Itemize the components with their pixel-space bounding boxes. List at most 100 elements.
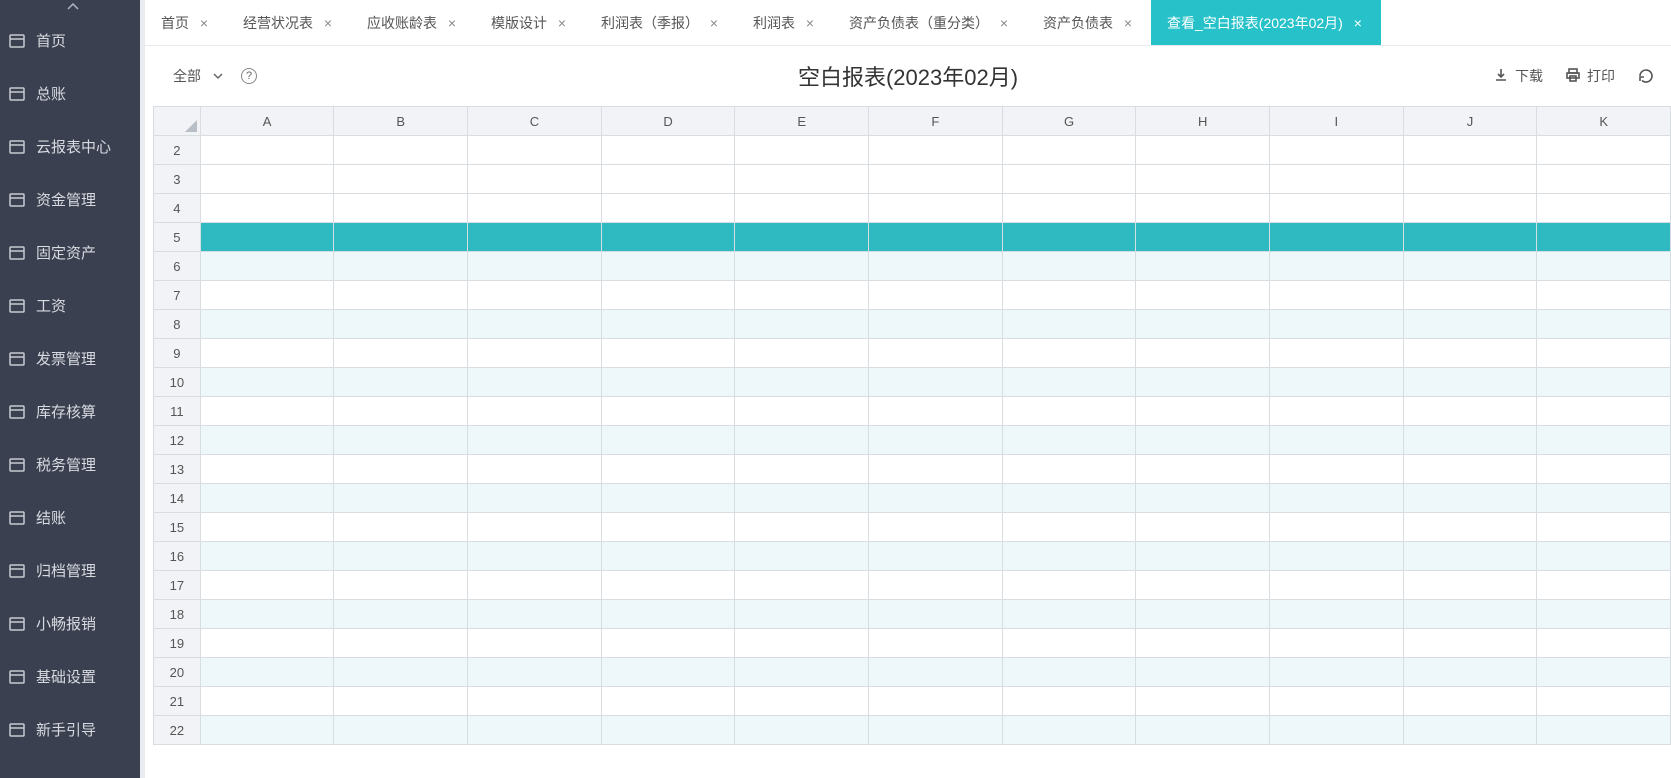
cell[interactable]	[869, 136, 1003, 165]
cell[interactable]	[1537, 455, 1671, 484]
cell[interactable]	[468, 716, 602, 745]
cell[interactable]	[200, 629, 334, 658]
column-header[interactable]: B	[334, 107, 468, 136]
cell[interactable]	[200, 513, 334, 542]
tab[interactable]: 经营状况表×	[227, 0, 351, 45]
row-header[interactable]: 16	[154, 542, 201, 571]
cell[interactable]	[200, 165, 334, 194]
column-header[interactable]: D	[601, 107, 735, 136]
cell[interactable]	[468, 252, 602, 281]
cell[interactable]	[200, 426, 334, 455]
sidebar-scroll-up[interactable]	[0, 0, 145, 14]
column-header[interactable]: C	[468, 107, 602, 136]
cell[interactable]	[601, 600, 735, 629]
close-icon[interactable]: ×	[1121, 16, 1135, 30]
cell[interactable]	[1002, 716, 1136, 745]
cell[interactable]	[334, 223, 468, 252]
cell[interactable]	[735, 513, 869, 542]
cell[interactable]	[1136, 397, 1270, 426]
cell[interactable]	[735, 368, 869, 397]
sidebar-item-close[interactable]: 结账	[0, 491, 145, 544]
tab[interactable]: 首页×	[145, 0, 227, 45]
sidebar-item-inventory[interactable]: 库存核算	[0, 385, 145, 438]
row-header[interactable]: 10	[154, 368, 201, 397]
cell[interactable]	[1270, 368, 1404, 397]
cell[interactable]	[1136, 310, 1270, 339]
row-header[interactable]: 18	[154, 600, 201, 629]
cell[interactable]	[1136, 165, 1270, 194]
cell[interactable]	[334, 165, 468, 194]
cell[interactable]	[1403, 252, 1537, 281]
cell[interactable]	[1403, 426, 1537, 455]
cell[interactable]	[334, 716, 468, 745]
cell[interactable]	[735, 223, 869, 252]
sidebar-item-home[interactable]: 首页	[0, 14, 145, 67]
cell[interactable]	[735, 339, 869, 368]
cell[interactable]	[869, 368, 1003, 397]
cell[interactable]	[1270, 658, 1404, 687]
cell[interactable]	[869, 687, 1003, 716]
cell[interactable]	[1403, 513, 1537, 542]
cell[interactable]	[735, 252, 869, 281]
cell[interactable]	[601, 223, 735, 252]
cell[interactable]	[1537, 571, 1671, 600]
cell[interactable]	[1270, 165, 1404, 194]
cell[interactable]	[468, 223, 602, 252]
cell[interactable]	[1537, 252, 1671, 281]
cell[interactable]	[1403, 165, 1537, 194]
cell[interactable]	[1270, 223, 1404, 252]
close-icon[interactable]: ×	[445, 16, 459, 30]
sidebar-item-fund[interactable]: 资金管理	[0, 173, 145, 226]
cell[interactable]	[1136, 600, 1270, 629]
sidebar-item-expense[interactable]: 小畅报销	[0, 597, 145, 650]
sidebar-item-asset[interactable]: 固定资产	[0, 226, 145, 279]
cell[interactable]	[601, 397, 735, 426]
cell[interactable]	[869, 165, 1003, 194]
download-button[interactable]: 下载	[1493, 66, 1543, 86]
print-button[interactable]: 打印	[1565, 66, 1615, 86]
cell[interactable]	[869, 310, 1003, 339]
cell[interactable]	[200, 252, 334, 281]
row-header[interactable]: 2	[154, 136, 201, 165]
cell[interactable]	[334, 484, 468, 513]
cell[interactable]	[735, 629, 869, 658]
cell[interactable]	[1002, 484, 1136, 513]
column-header[interactable]: H	[1136, 107, 1270, 136]
cell[interactable]	[1136, 252, 1270, 281]
sidebar-item-report[interactable]: 云报表中心	[0, 120, 145, 173]
row-header[interactable]: 22	[154, 716, 201, 745]
column-header[interactable]: K	[1537, 107, 1671, 136]
cell[interactable]	[1537, 687, 1671, 716]
cell[interactable]	[601, 136, 735, 165]
cell[interactable]	[1002, 223, 1136, 252]
cell[interactable]	[1136, 687, 1270, 716]
cell[interactable]	[1270, 629, 1404, 658]
cell[interactable]	[601, 368, 735, 397]
cell[interactable]	[334, 252, 468, 281]
cell[interactable]	[1537, 716, 1671, 745]
refresh-button[interactable]	[1637, 67, 1655, 85]
cell[interactable]	[334, 368, 468, 397]
cell[interactable]	[1002, 281, 1136, 310]
cell[interactable]	[601, 513, 735, 542]
cell[interactable]	[1002, 397, 1136, 426]
cell[interactable]	[1403, 658, 1537, 687]
cell[interactable]	[601, 252, 735, 281]
cell[interactable]	[1537, 629, 1671, 658]
tab[interactable]: 模版设计×	[475, 0, 585, 45]
cell[interactable]	[869, 513, 1003, 542]
cell[interactable]	[869, 571, 1003, 600]
cell[interactable]	[334, 136, 468, 165]
cell[interactable]	[334, 281, 468, 310]
tab[interactable]: 资产负债表（重分类）×	[833, 0, 1027, 45]
cell[interactable]	[735, 687, 869, 716]
cell[interactable]	[601, 687, 735, 716]
close-icon[interactable]: ×	[1351, 16, 1365, 30]
cell[interactable]	[1136, 281, 1270, 310]
column-header[interactable]: E	[735, 107, 869, 136]
cell[interactable]	[1002, 658, 1136, 687]
cell[interactable]	[1002, 542, 1136, 571]
cell[interactable]	[1403, 542, 1537, 571]
cell[interactable]	[200, 310, 334, 339]
cell[interactable]	[1270, 397, 1404, 426]
